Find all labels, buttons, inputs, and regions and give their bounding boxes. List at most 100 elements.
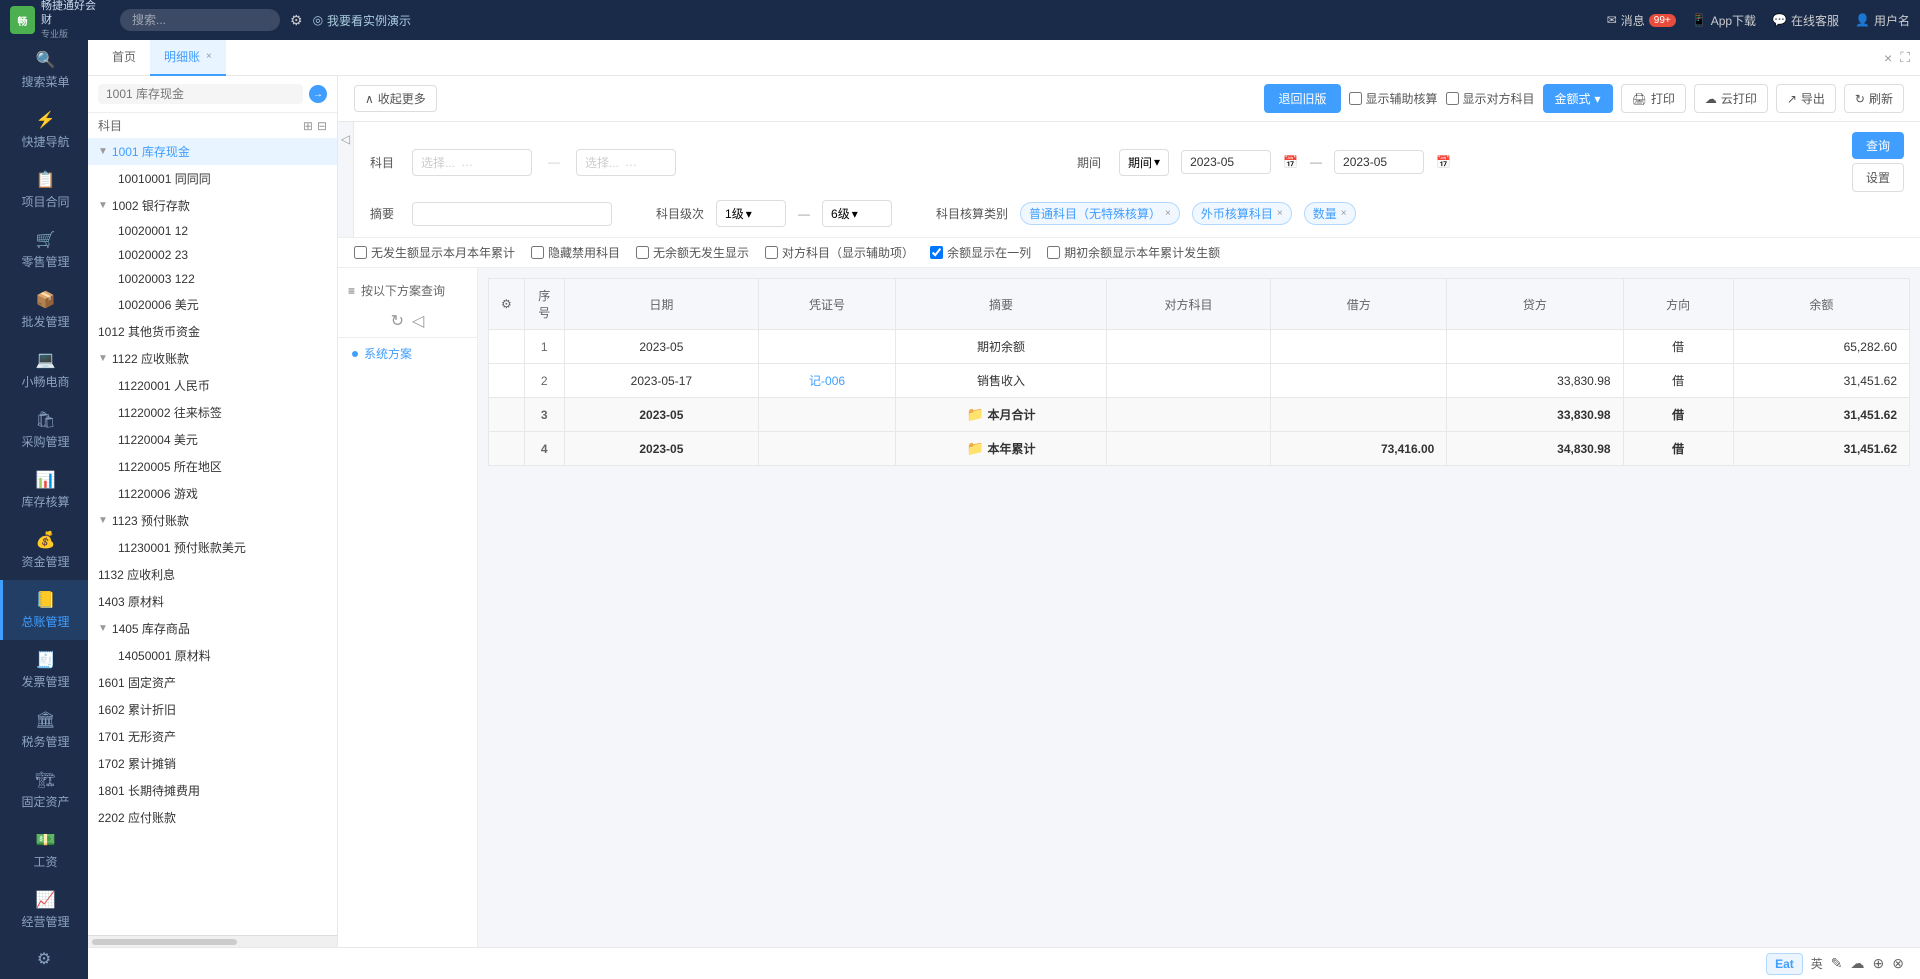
voucher-link-2[interactable]: 记-006 [809, 374, 845, 388]
check-balance-one-col[interactable]: 余额显示在一列 [930, 244, 1031, 261]
check-hide-disabled[interactable]: 隐藏禁用科目 [531, 244, 620, 261]
subject-select[interactable]: 选择... … [412, 149, 532, 176]
period-start-input[interactable] [1181, 150, 1271, 174]
account-item-1123[interactable]: ▼ 1123 预付账款 [88, 507, 337, 534]
account-item-11230001[interactable]: 11230001 预付账款美元 [88, 534, 337, 561]
sidebar-item-contract[interactable]: 📋 项目合同 [0, 160, 88, 220]
account-item-14050001[interactable]: 14050001 原材料 [88, 642, 337, 669]
summary-input[interactable] [412, 202, 612, 226]
account-item-10020002[interactable]: 10020002 23 [88, 243, 337, 267]
account-item-10020001[interactable]: 10020001 12 [88, 219, 337, 243]
refresh-btn[interactable]: ↻ 刷新 [1844, 84, 1904, 113]
account-item-1801[interactable]: 1801 长期待摊费用 [88, 777, 337, 804]
account-item-1702[interactable]: 1702 累计摊销 [88, 750, 337, 777]
user-avatar[interactable]: 👤 用户名 [1855, 12, 1910, 29]
account-item-10020003[interactable]: 10020003 122 [88, 267, 337, 291]
tab-close-icon[interactable]: × [206, 51, 212, 62]
sidebar-item-funds[interactable]: 💰 资金管理 [0, 520, 88, 580]
account-item-1403[interactable]: 1403 原材料 [88, 588, 337, 615]
check-opposite-show[interactable]: 对方科目（显示辅助项） [765, 244, 914, 261]
tag-foreign-close[interactable]: × [1277, 208, 1283, 219]
col-header-settings[interactable]: ⚙ [489, 279, 525, 330]
account-item-1601[interactable]: 1601 固定资产 [88, 669, 337, 696]
check-no-balance[interactable]: 无余额无发生显示 [636, 244, 749, 261]
account-item-1001[interactable]: ▼ 1001 库存现金 [88, 138, 337, 165]
check-period-amount[interactable]: 期初余额显示本年累计发生额 [1047, 244, 1220, 261]
check-no-amount[interactable]: 无发生额显示本月本年累计 [354, 244, 515, 261]
cloud-print-btn[interactable]: ☁ 云打印 [1694, 84, 1768, 113]
account-item-1002[interactable]: ▼ 1002 银行存款 [88, 192, 337, 219]
tab-detail[interactable]: 明细账 × [150, 40, 226, 76]
sidebar-item-assets[interactable]: 🏗 固定资产 [0, 760, 88, 820]
sidebar-item-operation[interactable]: 📈 经营管理 [0, 880, 88, 939]
account-item-11220004[interactable]: 11220004 美元 [88, 426, 337, 453]
sidebar-settings-button[interactable]: ⚙ [37, 949, 51, 969]
online-service-btn[interactable]: 💬 在线客服 [1772, 12, 1839, 29]
sidebar-item-search[interactable]: 🔍 搜索菜单 [0, 40, 88, 100]
query-btn[interactable]: 查询 [1852, 132, 1904, 159]
period-select[interactable]: 期间 ▾ [1119, 149, 1169, 176]
sidebar-item-salary[interactable]: 💵 工资 [0, 820, 88, 880]
voucher-style-btn[interactable]: 金额式 ▾ [1543, 84, 1613, 113]
account-item-1701[interactable]: 1701 无形资产 [88, 723, 337, 750]
level-to-select[interactable]: 6级 ▾ [822, 200, 892, 227]
sidebar-item-invoice[interactable]: 🧾 发票管理 [0, 640, 88, 700]
expand-all-btn[interactable]: ⊞ [303, 119, 313, 133]
account-nav-button[interactable]: → [309, 85, 327, 103]
maximize-btn[interactable]: ⛶ [1900, 49, 1910, 66]
bottom-cloud-icon[interactable]: ☁ [1851, 955, 1865, 972]
bottom-remove-icon[interactable]: ⊗ [1892, 955, 1904, 972]
bottom-add-icon[interactable]: ⊕ [1873, 955, 1885, 972]
account-item-1602[interactable]: 1602 累计折旧 [88, 696, 337, 723]
account-item-10010001[interactable]: 10010001 同同同 [88, 165, 337, 192]
export-btn[interactable]: ↗ 导出 [1776, 84, 1836, 113]
account-item-11220005[interactable]: 11220005 所在地区 [88, 453, 337, 480]
sidebar-item-retail[interactable]: 🛒 零售管理 [0, 220, 88, 280]
sidebar-item-shortcut[interactable]: ⚡ 快捷导航 [0, 100, 88, 160]
app-download-btn[interactable]: 📱 App下载 [1692, 12, 1756, 29]
tag-normal-close[interactable]: × [1165, 208, 1171, 219]
scheme-refresh-icon[interactable]: ↻ [391, 311, 404, 331]
topbar-settings-btn[interactable]: ⚙ [290, 12, 303, 29]
account-item-11220001[interactable]: 11220001 人民币 [88, 372, 337, 399]
scheme-collapse-icon[interactable]: ◁ [412, 311, 424, 331]
account-item-10020006[interactable]: 10020006 美元 [88, 291, 337, 318]
account-item-1012[interactable]: 1012 其他货币资金 [88, 318, 337, 345]
subject-select-end[interactable]: 选择... … [576, 149, 676, 176]
show-opposite-checkbox[interactable]: 显示对方科目 [1446, 90, 1535, 107]
cloud-print-icon: ☁ [1705, 92, 1717, 106]
close-page-btn[interactable]: × [1884, 49, 1892, 66]
account-item-1132[interactable]: 1132 应收利息 [88, 561, 337, 588]
account-item-11220006[interactable]: 11220006 游戏 [88, 480, 337, 507]
bottom-edit-icon[interactable]: ✎ [1831, 955, 1843, 972]
account-item-2202[interactable]: 2202 应付账款 [88, 804, 337, 831]
setting-btn[interactable]: 设置 [1852, 163, 1904, 192]
demo-link[interactable]: ◎ 我要看实例演示 [313, 12, 412, 29]
sidebar-item-tax[interactable]: 🏛 税务管理 [0, 700, 88, 760]
level-from-select[interactable]: 1级 ▾ [716, 200, 786, 227]
sidebar-item-accounting[interactable]: 📒 总账管理 [0, 580, 88, 640]
account-scrollbar[interactable] [88, 935, 337, 947]
account-search-input[interactable] [106, 87, 295, 101]
return-old-version-btn[interactable]: 退回旧版 [1264, 84, 1340, 113]
filter-collapse-btn[interactable]: ◁ [338, 122, 354, 237]
eat-btn[interactable]: Eat [1766, 953, 1803, 975]
account-item-1405[interactable]: ▼ 1405 库存商品 [88, 615, 337, 642]
show-aux-checkbox[interactable]: 显示辅助核算 [1349, 90, 1438, 107]
print-btn[interactable]: 🖨 打印 [1621, 84, 1686, 113]
sidebar-item-wholesale[interactable]: 📦 批发管理 [0, 280, 88, 340]
tab-home[interactable]: 首页 [98, 40, 150, 76]
topbar-search-input[interactable] [120, 9, 280, 31]
tag-quantity-close[interactable]: × [1341, 208, 1347, 219]
sidebar-item-ecommerce[interactable]: 💻 小畅电商 [0, 340, 88, 400]
account-item-1122[interactable]: ▼ 1122 应收账款 [88, 345, 337, 372]
account-item-11220002[interactable]: 11220002 往来标签 [88, 399, 337, 426]
lang-btn[interactable]: 英 [1811, 955, 1823, 972]
period-end-input[interactable] [1334, 150, 1424, 174]
sidebar-item-inventory[interactable]: 📊 库存核算 [0, 460, 88, 520]
sidebar-item-purchase[interactable]: 🛍 采购管理 [0, 400, 88, 460]
scheme-item-system[interactable]: 系统方案 [338, 338, 477, 369]
collapse-all-btn[interactable]: ⊟ [317, 119, 327, 133]
message-btn[interactable]: ✉ 消息 99+ [1607, 12, 1676, 29]
expand-more-btn[interactable]: ∧ 收起更多 [354, 85, 437, 112]
